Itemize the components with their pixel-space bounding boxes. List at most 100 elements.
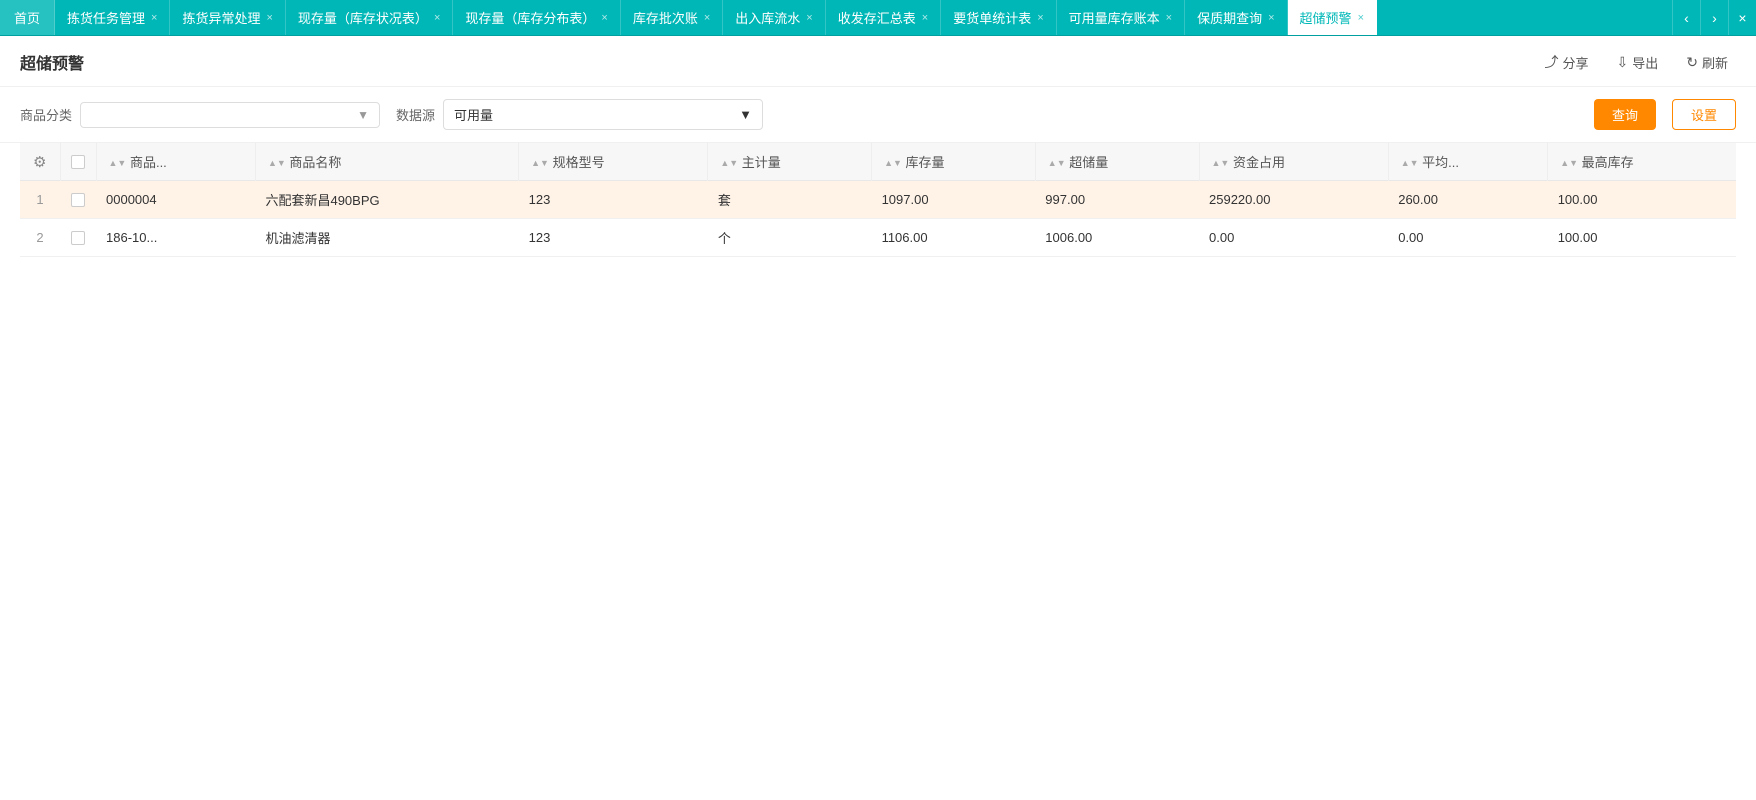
- sort-arrows-capital-occ[interactable]: ▲▼: [1212, 159, 1230, 168]
- nav-batch-acct-label: 库存批次账: [633, 8, 698, 27]
- cell-stock-qty: 1106.00: [872, 219, 1036, 257]
- col-stock-qty-label: 库存量: [906, 155, 945, 170]
- nav-task-mgmt[interactable]: 拣货任务管理 ×: [55, 0, 170, 35]
- nav-arrow-close-button[interactable]: ×: [1728, 0, 1756, 36]
- nav-demand-stats[interactable]: 要货单统计表 ×: [941, 0, 1056, 35]
- close-inventory-dist-icon[interactable]: ×: [601, 12, 607, 24]
- close-exception-proc-icon[interactable]: ×: [266, 12, 272, 24]
- nav-exception-proc[interactable]: 拣货异常处理 ×: [170, 0, 285, 35]
- nav-task-mgmt-label: 拣货任务管理: [67, 8, 145, 27]
- nav-arrow-right-button[interactable]: ›: [1700, 0, 1728, 36]
- close-quality-check-icon[interactable]: ×: [1268, 12, 1274, 24]
- settings-button[interactable]: 设置: [1672, 99, 1736, 130]
- page-title: 超储预警: [20, 50, 84, 74]
- col-settings[interactable]: ⚙: [20, 143, 60, 181]
- row-checkbox[interactable]: [71, 231, 85, 245]
- close-task-mgmt-icon[interactable]: ×: [151, 12, 157, 24]
- share-label: 分享: [1562, 53, 1588, 72]
- cell-spec: 123: [519, 219, 708, 257]
- nav-collect-summary[interactable]: 收发存汇总表 ×: [826, 0, 941, 35]
- refresh-label: 刷新: [1702, 53, 1728, 72]
- table-row: 1 0000004 六配套新昌490BPG 123 套 1097.00 997.…: [20, 181, 1736, 219]
- row-checkbox[interactable]: [71, 193, 85, 207]
- cell-max-stock: 100.00: [1548, 219, 1736, 257]
- category-filter-label: 商品分类: [20, 105, 72, 124]
- datasource-select[interactable]: 可用量 ▼: [443, 99, 763, 130]
- close-in-out-flow-icon[interactable]: ×: [806, 12, 812, 24]
- col-unit-label: 主计量: [742, 155, 781, 170]
- close-demand-stats-icon[interactable]: ×: [1037, 12, 1043, 24]
- cell-unit: 个: [708, 219, 872, 257]
- col-stock-qty: ▲▼ 库存量: [872, 143, 1036, 181]
- table-row: 2 186-10... 机油滤清器 123 个 1106.00 1006.00 …: [20, 219, 1736, 257]
- datasource-filter-label: 数据源: [396, 105, 435, 124]
- col-unit: ▲▼ 主计量: [708, 143, 872, 181]
- cell-max-stock: 100.00: [1548, 181, 1736, 219]
- nav-in-out-flow-label: 出入库流水: [735, 8, 800, 27]
- col-max-stock: ▲▼ 最高库存: [1548, 143, 1736, 181]
- nav-batch-acct[interactable]: 库存批次账 ×: [621, 0, 723, 35]
- sort-arrows-unit[interactable]: ▲▼: [720, 159, 738, 168]
- close-collect-summary-icon[interactable]: ×: [922, 12, 928, 24]
- datasource-select-value: 可用量: [454, 105, 493, 124]
- close-batch-acct-icon[interactable]: ×: [704, 12, 710, 24]
- sort-arrows-avg[interactable]: ▲▼: [1401, 159, 1419, 168]
- col-avg: ▲▼ 平均...: [1388, 143, 1547, 181]
- cell-unit: 套: [708, 181, 872, 219]
- col-max-stock-label: 最高库存: [1582, 155, 1634, 170]
- nav-quality-check[interactable]: 保质期查询 ×: [1185, 0, 1287, 35]
- refresh-button[interactable]: ↻ 刷新: [1678, 49, 1736, 76]
- cell-product-code: 0000004: [96, 181, 255, 219]
- cell-capital-occ: 0.00: [1199, 219, 1388, 257]
- nav-overstock-warn[interactable]: 超储预警 ×: [1288, 0, 1377, 35]
- page-header: 超储预警 ⤴ 分享 ⇩ 导出 ↻ 刷新: [0, 36, 1756, 87]
- row-number: 2: [20, 219, 60, 257]
- row-checkbox-cell[interactable]: [60, 181, 96, 219]
- sort-arrows-spec[interactable]: ▲▼: [531, 159, 549, 168]
- nav-overstock-warn-label: 超储预警: [1300, 8, 1352, 27]
- cell-overstock-qty: 997.00: [1035, 181, 1199, 219]
- col-select-all[interactable]: [60, 143, 96, 181]
- category-select[interactable]: ▼: [80, 102, 380, 128]
- filter-bar: 商品分类 ▼ 数据源 可用量 ▼ 查询 设置: [0, 87, 1756, 143]
- page-content: 超储预警 ⤴ 分享 ⇩ 导出 ↻ 刷新 商品分类 ▼ 数据源: [0, 36, 1756, 800]
- nav-collect-summary-label: 收发存汇总表: [838, 8, 916, 27]
- nav-home[interactable]: 首页: [0, 0, 55, 35]
- sort-arrows-product-name[interactable]: ▲▼: [268, 159, 286, 168]
- sort-arrows-stock-qty[interactable]: ▲▼: [884, 159, 902, 168]
- table-container: ⚙ ▲▼ 商品... ▲▼ 商品名称 ▲▼ 规格型号: [0, 143, 1756, 257]
- nav-arrow-left-button[interactable]: ‹: [1672, 0, 1700, 36]
- col-spec-label: 规格型号: [553, 155, 605, 170]
- nav-avail-acct[interactable]: 可用量库存账本 ×: [1057, 0, 1185, 35]
- settings-gear-icon: ⚙: [33, 154, 46, 171]
- cell-product-name: 机油滤清器: [255, 219, 518, 257]
- share-button[interactable]: ⤴ 分享: [1536, 48, 1596, 76]
- category-select-arrow-icon: ▼: [357, 108, 369, 122]
- close-inventory-status-icon[interactable]: ×: [434, 12, 440, 24]
- sort-arrows-product-code[interactable]: ▲▼: [109, 159, 127, 168]
- row-number: 1: [20, 181, 60, 219]
- nav-demand-stats-label: 要货单统计表: [953, 8, 1031, 27]
- query-button[interactable]: 查询: [1594, 99, 1656, 130]
- close-avail-acct-icon[interactable]: ×: [1166, 12, 1172, 24]
- overstock-table: ⚙ ▲▼ 商品... ▲▼ 商品名称 ▲▼ 规格型号: [20, 143, 1736, 257]
- export-label: 导出: [1632, 53, 1658, 72]
- nav-quality-check-label: 保质期查询: [1197, 8, 1262, 27]
- cell-avg: 0.00: [1388, 219, 1547, 257]
- col-product-code-label: 商品...: [130, 155, 167, 170]
- export-button[interactable]: ⇩ 导出: [1609, 49, 1667, 76]
- sort-arrows-overstock-qty[interactable]: ▲▼: [1048, 159, 1066, 168]
- col-overstock-qty-label: 超储量: [1069, 155, 1108, 170]
- export-icon: ⇩: [1617, 54, 1629, 71]
- nav-inventory-dist[interactable]: 现存量（库存分布表） ×: [453, 0, 620, 35]
- close-overstock-warn-icon[interactable]: ×: [1358, 12, 1364, 24]
- cell-avg: 260.00: [1388, 181, 1547, 219]
- header-actions: ⤴ 分享 ⇩ 导出 ↻ 刷新: [1536, 48, 1736, 76]
- cell-product-code: 186-10...: [96, 219, 255, 257]
- select-all-checkbox[interactable]: [71, 155, 85, 169]
- nav-inventory-status[interactable]: 现存量（库存状况表） ×: [286, 0, 453, 35]
- row-checkbox-cell[interactable]: [60, 219, 96, 257]
- nav-in-out-flow[interactable]: 出入库流水 ×: [723, 0, 825, 35]
- cell-spec: 123: [519, 181, 708, 219]
- sort-arrows-max-stock[interactable]: ▲▼: [1560, 159, 1578, 168]
